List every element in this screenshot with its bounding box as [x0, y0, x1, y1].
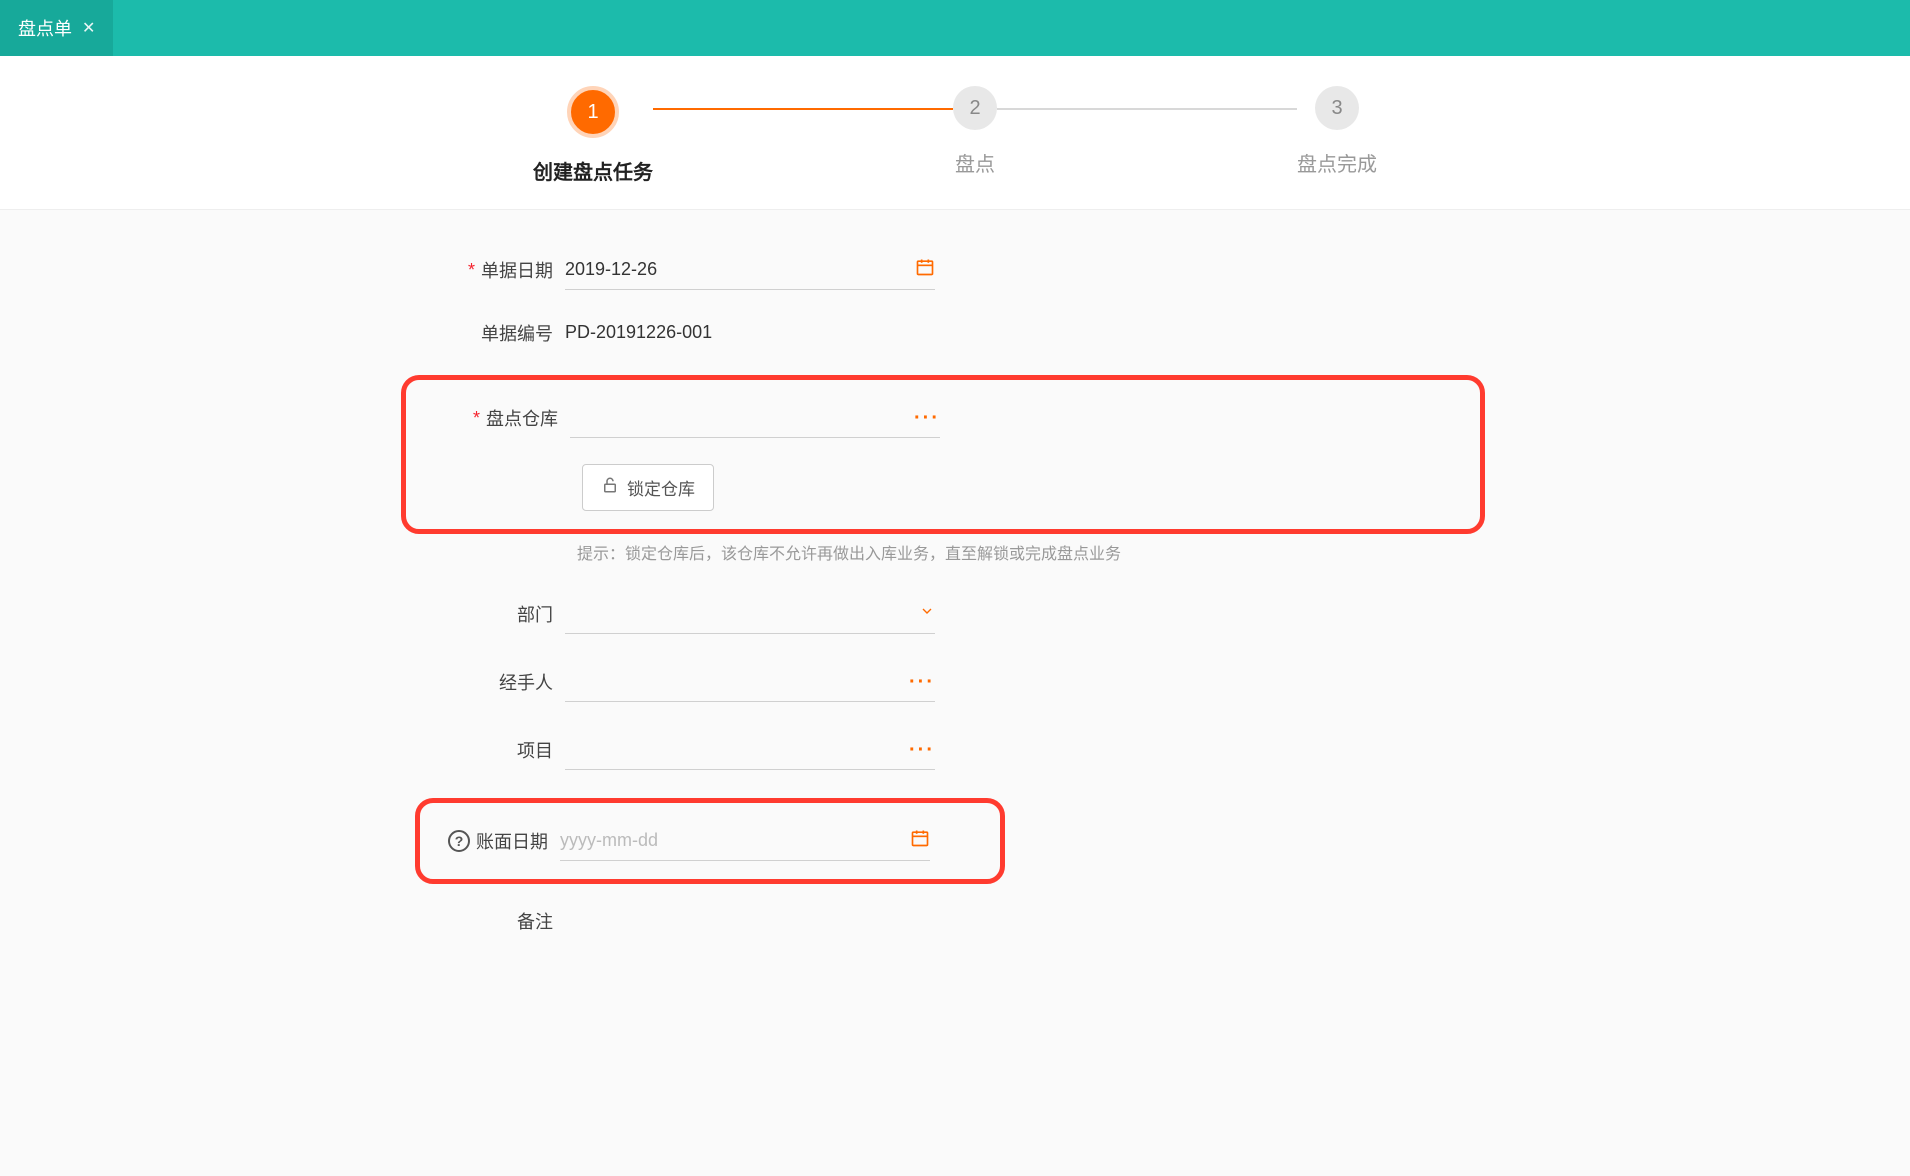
dept-field[interactable]: [565, 594, 935, 634]
label-book-date: ? 账面日期: [428, 828, 560, 854]
label-project: 项目: [425, 737, 565, 763]
step-circle: 1: [567, 86, 619, 138]
handler-field[interactable]: ···: [565, 662, 935, 702]
step-circle: 3: [1315, 86, 1359, 130]
required-mark: *: [473, 408, 480, 429]
step-2: 2 盘点: [953, 86, 997, 177]
step-label: 盘点完成: [1297, 148, 1377, 177]
help-icon[interactable]: ?: [448, 830, 470, 852]
label-doc-date: * 单据日期: [425, 257, 565, 283]
doc-date-input[interactable]: [565, 259, 915, 280]
close-icon[interactable]: ✕: [82, 18, 95, 38]
row-project: 项目 ···: [425, 730, 1485, 770]
step-1: 1 创建盘点任务: [533, 86, 653, 185]
warehouse-field[interactable]: ···: [570, 398, 940, 438]
label-warehouse: * 盘点仓库: [430, 405, 570, 431]
step-circle: 2: [953, 86, 997, 130]
doc-date-field[interactable]: [565, 250, 935, 290]
row-doc-no: 单据编号 PD-20191226-001: [425, 318, 1485, 347]
warehouse-input[interactable]: [570, 407, 914, 428]
label-doc-no: 单据编号: [425, 320, 565, 346]
step-line: [653, 108, 953, 110]
required-mark: *: [468, 260, 475, 281]
tab-label: 盘点单: [18, 15, 72, 41]
calendar-icon[interactable]: [915, 257, 935, 283]
step-3: 3 盘点完成: [1297, 86, 1377, 177]
lock-open-icon: [601, 476, 619, 499]
row-doc-date: * 单据日期: [425, 250, 1485, 290]
lock-hint: 提示：锁定仓库后，该仓库不允许再做出入库业务，直至解锁或完成盘点业务: [425, 540, 1485, 564]
steps-bar: 1 创建盘点任务 2 盘点 3 盘点完成: [0, 56, 1910, 210]
label-remark: 备注: [425, 908, 565, 934]
row-handler: 经手人 ···: [425, 662, 1485, 702]
chevron-down-icon[interactable]: [919, 603, 935, 624]
label-dept: 部门: [425, 601, 565, 627]
label-handler: 经手人: [425, 669, 565, 695]
form-wrap: * 单据日期 单据编号 PD-20191226-001 * 盘点仓库 ···: [405, 250, 1505, 934]
step-label: 盘点: [955, 148, 995, 177]
ellipsis-icon[interactable]: ···: [914, 408, 940, 428]
row-book-date: ? 账面日期: [420, 821, 990, 861]
header-bar: 盘点单 ✕: [0, 0, 1910, 56]
handler-input[interactable]: [565, 671, 909, 692]
row-lock: 锁定仓库: [430, 464, 1470, 511]
project-field[interactable]: ···: [565, 730, 935, 770]
step-label: 创建盘点任务: [533, 156, 653, 185]
dept-input[interactable]: [565, 603, 919, 624]
tab-inventory-sheet[interactable]: 盘点单 ✕: [0, 0, 113, 56]
row-warehouse: * 盘点仓库 ···: [430, 398, 1470, 438]
highlight-book-date: ? 账面日期: [415, 798, 1005, 884]
row-remark: 备注: [425, 908, 1485, 934]
ellipsis-icon[interactable]: ···: [909, 740, 935, 760]
doc-no-value: PD-20191226-001: [565, 318, 712, 347]
row-dept: 部门: [425, 594, 1485, 634]
calendar-icon[interactable]: [910, 828, 930, 854]
step-line: [997, 108, 1297, 110]
book-date-input[interactable]: [560, 830, 910, 851]
lock-warehouse-button[interactable]: 锁定仓库: [582, 464, 714, 511]
book-date-field[interactable]: [560, 821, 930, 861]
project-input[interactable]: [565, 739, 909, 760]
ellipsis-icon[interactable]: ···: [909, 672, 935, 692]
highlight-warehouse: * 盘点仓库 ··· 锁定仓库: [401, 375, 1485, 534]
